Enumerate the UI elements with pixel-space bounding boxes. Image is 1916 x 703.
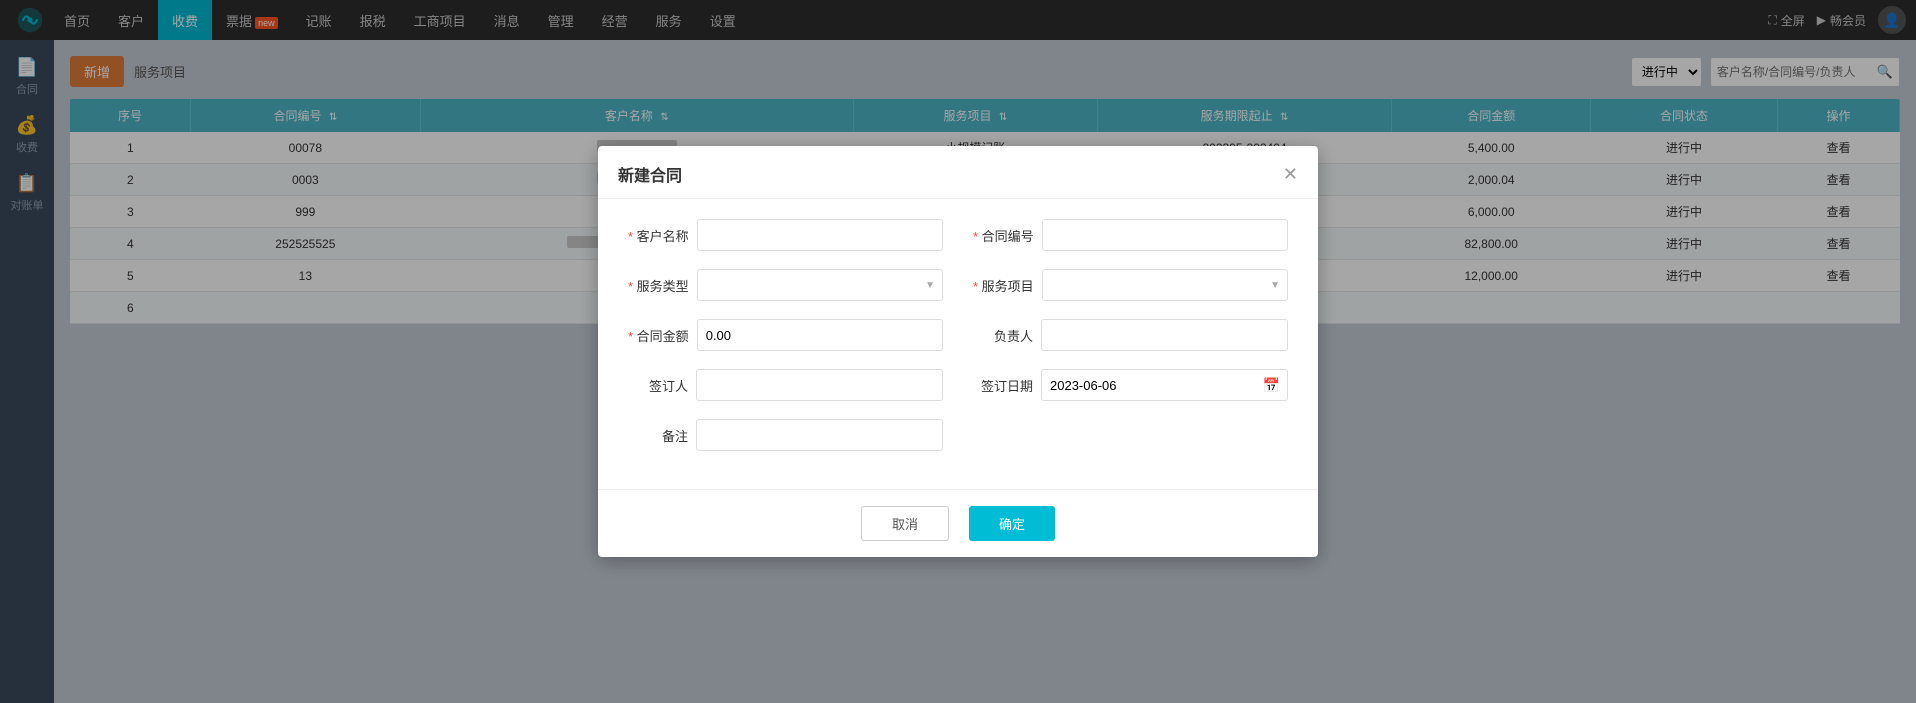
date-wrapper: 📅 — [1041, 369, 1288, 401]
cancel-button[interactable]: 取消 — [861, 506, 949, 541]
input-contract-amount[interactable] — [697, 319, 943, 351]
select-service-item[interactable] — [1042, 269, 1288, 301]
form-row-1: 客户名称 合同编号 — [628, 219, 1288, 251]
form-row-4: 签订人 签订日期 📅 — [628, 369, 1288, 401]
label-signer: 签订人 — [628, 376, 688, 395]
label-remark: 备注 — [628, 426, 688, 445]
select-wrapper-service-item: ▼ — [1042, 269, 1288, 301]
field-service-item: 服务项目 ▼ — [973, 269, 1288, 301]
dialog-title: 新建合同 — [618, 162, 682, 186]
field-sign-date: 签订日期 📅 — [973, 369, 1288, 401]
field-contract-amount: 合同金额 — [628, 319, 943, 351]
field-contract-no: 合同编号 — [973, 219, 1288, 251]
form-row-3: 合同金额 负责人 — [628, 319, 1288, 351]
main-layout: 📄 合同 💰 收费 📋 对账单 新增 服务项目 进行中 已完成 已取消 — [0, 40, 1916, 703]
dialog-body: 客户名称 合同编号 服务类型 — [598, 199, 1318, 489]
field-remark: 备注 — [628, 419, 943, 451]
label-service-item: 服务项目 — [973, 276, 1034, 295]
label-service-type: 服务类型 — [628, 276, 689, 295]
dialog-footer: 取消 确定 — [598, 489, 1318, 557]
label-customer-name: 客户名称 — [628, 226, 689, 245]
modal-overlay: 新建合同 ✕ 客户名称 合同编号 — [54, 40, 1916, 703]
input-contract-no[interactable] — [1042, 219, 1288, 251]
form-row-5: 备注 — [628, 419, 1288, 451]
new-contract-dialog: 新建合同 ✕ 客户名称 合同编号 — [598, 146, 1318, 557]
dialog-header: 新建合同 ✕ — [598, 146, 1318, 199]
field-customer-name: 客户名称 — [628, 219, 943, 251]
input-signer[interactable] — [696, 369, 943, 401]
input-responsible[interactable] — [1041, 319, 1288, 351]
label-sign-date: 签订日期 — [973, 376, 1033, 395]
field-service-type: 服务类型 ▼ — [628, 269, 943, 301]
input-remark[interactable] — [696, 419, 943, 451]
confirm-button[interactable]: 确定 — [969, 506, 1055, 541]
form-row-2: 服务类型 ▼ 服务项目 — [628, 269, 1288, 301]
select-wrapper-service-type: ▼ — [697, 269, 943, 301]
label-contract-amount: 合同金额 — [628, 326, 689, 345]
label-contract-no: 合同编号 — [973, 226, 1034, 245]
dialog-close-button[interactable]: ✕ — [1283, 165, 1298, 183]
input-sign-date[interactable] — [1041, 369, 1288, 401]
field-responsible: 负责人 — [973, 319, 1288, 351]
calendar-icon[interactable]: 📅 — [1263, 377, 1280, 394]
input-customer-name[interactable] — [697, 219, 943, 251]
label-responsible: 负责人 — [973, 326, 1033, 345]
field-signer: 签订人 — [628, 369, 943, 401]
select-service-type[interactable] — [697, 269, 943, 301]
content-area: 新增 服务项目 进行中 已完成 已取消 🔍 序号 — [54, 40, 1916, 703]
